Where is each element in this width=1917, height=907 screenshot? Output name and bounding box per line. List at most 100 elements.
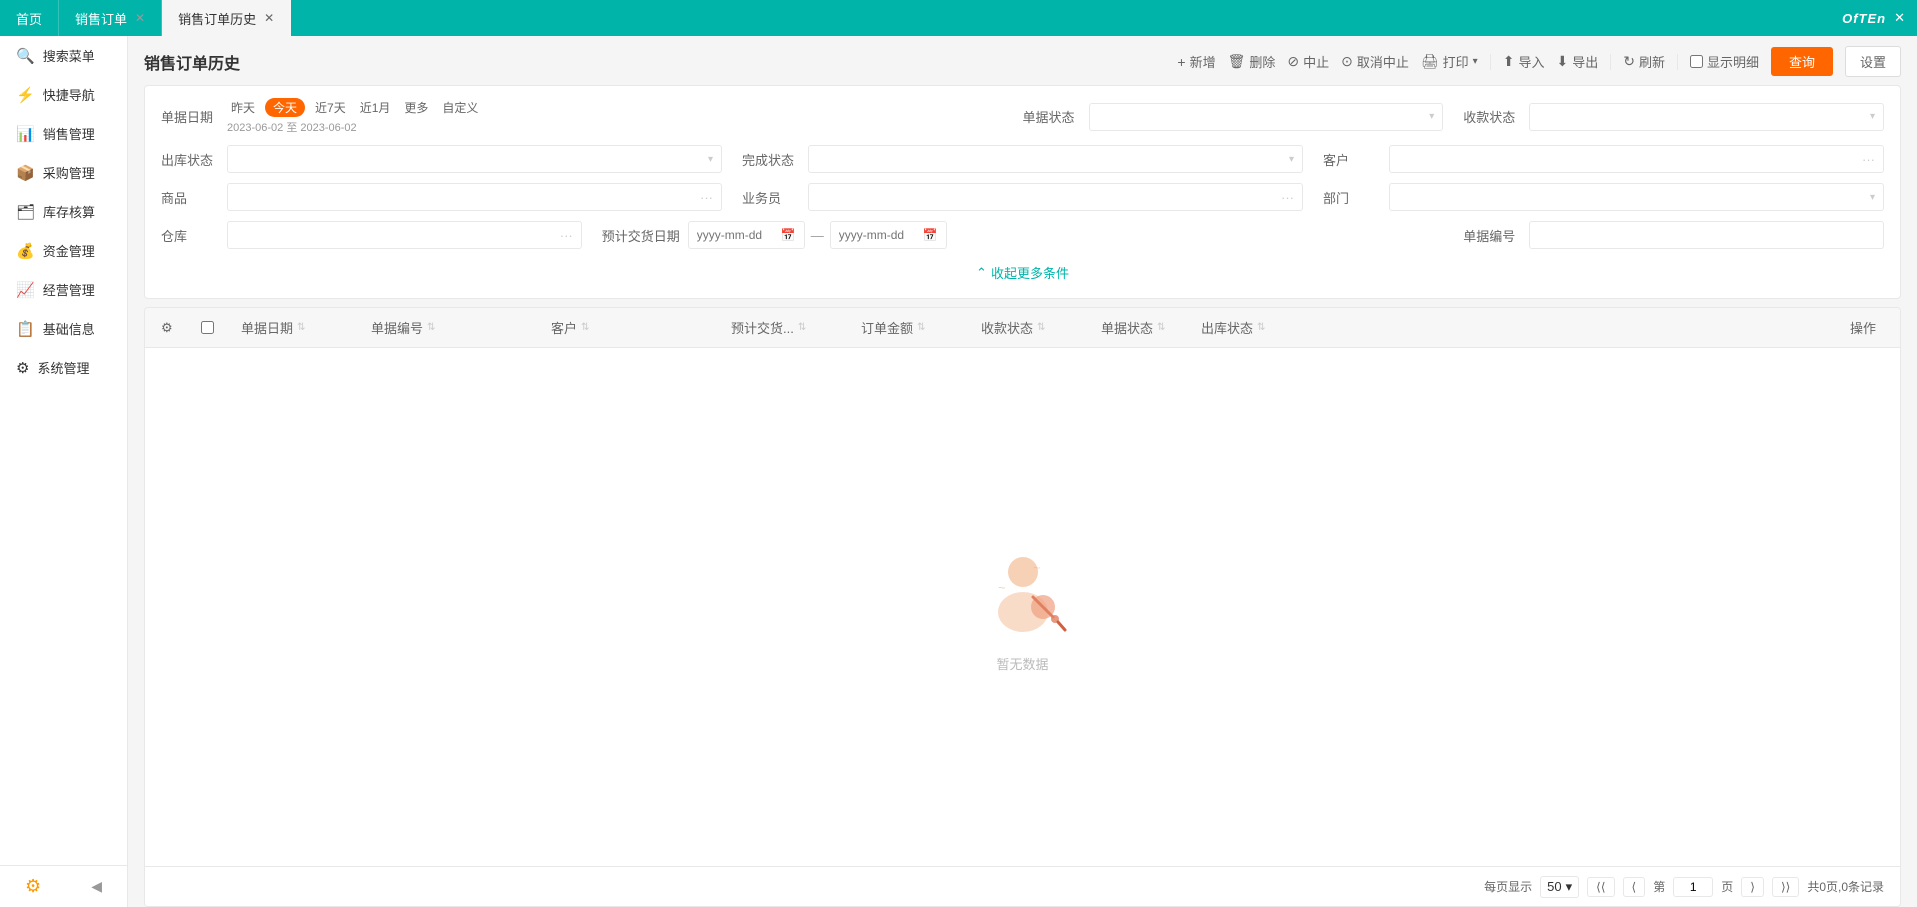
th-doc-date[interactable]: 单据日期 ⇅: [233, 318, 363, 337]
sidebar: 🔍 搜索菜单 ⚡ 快捷导航 📊 销售管理 📦 采购管理 🗂 库存核算 💰 资金管…: [0, 36, 128, 907]
first-page-button[interactable]: ⟨⟨: [1587, 877, 1614, 897]
warehouse-select[interactable]: ···: [227, 221, 582, 249]
print-button[interactable]: 🖨 打印 ▾: [1421, 52, 1478, 71]
filter-salesperson: 业务员 ···: [742, 183, 1303, 211]
query-button[interactable]: 查询: [1771, 47, 1833, 76]
sidebar-item-ops-mgmt[interactable]: 📈 经营管理: [0, 270, 127, 309]
collapse-button[interactable]: ⌃ 收起更多条件: [161, 259, 1884, 286]
salesperson-select[interactable]: ···: [808, 183, 1303, 211]
filter-warehouse: 仓库 ···: [161, 221, 582, 249]
sidebar-item-sales-mgmt[interactable]: 📊 销售管理: [0, 114, 127, 153]
refresh-button[interactable]: ↻ 刷新: [1623, 52, 1665, 71]
sidebar-item-basic-info[interactable]: 📋 基础信息: [0, 309, 127, 348]
page-number-input[interactable]: [1673, 877, 1713, 897]
filter-row-3: 商品 ··· 业务员 ··· 部门 ▾: [161, 183, 1884, 211]
complete-status-select[interactable]: ▾: [808, 145, 1303, 173]
tab-sales-order-history-label: 销售订单历史: [178, 9, 256, 28]
search-menu-icon: 🔍: [16, 47, 35, 65]
expected-delivery-start-input[interactable]: [697, 228, 777, 242]
shortcut-last1month[interactable]: 近1月: [356, 98, 395, 117]
th-doc-status-label: 单据状态: [1101, 318, 1153, 337]
expected-delivery-start[interactable]: 📅: [688, 221, 805, 249]
import-button[interactable]: ⬆ 导入: [1503, 52, 1545, 71]
sidebar-item-quick-nav[interactable]: ⚡ 快捷导航: [0, 75, 127, 114]
settings-icon: ⚙: [161, 320, 173, 336]
calendar-start-icon: 📅: [781, 228, 796, 242]
sidebar-item-sys-mgmt[interactable]: ⚙ 系统管理: [0, 348, 127, 387]
th-expected-delivery[interactable]: 预计交货... ⇅: [723, 318, 853, 337]
goods-select[interactable]: ···: [227, 183, 722, 211]
sidebar-item-basic-info-label: 基础信息: [43, 319, 95, 338]
sidebar-settings-icon[interactable]: ⚙: [25, 876, 41, 897]
th-amount[interactable]: 订单金额 ⇅: [853, 318, 973, 337]
sort-delivery-icon: ⇅: [798, 322, 806, 333]
next-page-button[interactable]: ⟩: [1741, 877, 1764, 897]
sort-amount-icon: ⇅: [917, 322, 925, 333]
th-customer[interactable]: 客户 ⇅: [543, 318, 723, 337]
tab-sales-order-close[interactable]: ✕: [135, 11, 145, 25]
shortcut-yesterday[interactable]: 昨天: [227, 98, 259, 117]
th-customer-label: 客户: [551, 318, 577, 337]
export-label: 导出: [1572, 52, 1598, 71]
th-checkbox[interactable]: [193, 321, 233, 334]
expected-delivery-end[interactable]: 📅: [830, 221, 947, 249]
sidebar-item-search-menu[interactable]: 🔍 搜索菜单: [0, 36, 127, 75]
last-page-button[interactable]: ⟩⟩: [1772, 877, 1799, 897]
new-button[interactable]: + 新增: [1177, 52, 1215, 71]
cancel-stop-button[interactable]: ⊙ 取消中止: [1341, 52, 1409, 71]
sidebar-item-funds-mgmt[interactable]: 💰 资金管理: [0, 231, 127, 270]
goods-label: 商品: [161, 188, 221, 207]
shortcut-more[interactable]: 更多: [400, 98, 432, 117]
stop-button[interactable]: ⊘ 中止: [1287, 52, 1329, 71]
shortcut-last7days[interactable]: 近7天: [311, 98, 350, 117]
th-pay-status-label: 收款状态: [981, 318, 1033, 337]
page-size-chevron-icon: ▾: [1566, 879, 1573, 895]
page-size-select[interactable]: 50 ▾: [1540, 876, 1579, 898]
calendar-end-icon: 📅: [923, 228, 938, 242]
page-header: 销售订单历史 + 新增 🗑 删除 ⊘ 中止 ⊙ 取消中止: [128, 36, 1917, 85]
th-pay-status[interactable]: 收款状态 ⇅: [973, 318, 1093, 337]
delete-button[interactable]: 🗑 删除: [1228, 52, 1276, 71]
top-bar-right: OfTEn ✕: [1842, 10, 1917, 26]
sidebar-collapse-icon[interactable]: ◀: [91, 878, 102, 895]
new-icon: +: [1177, 54, 1185, 70]
setting-button[interactable]: 设置: [1845, 46, 1901, 77]
tab-sales-order[interactable]: 销售订单 ✕: [59, 0, 162, 36]
display-toggle-label[interactable]: 显示明细: [1690, 52, 1759, 71]
print-icon: 🖨: [1421, 53, 1439, 70]
sidebar-item-purchase-mgmt-label: 采购管理: [43, 163, 95, 182]
th-doc-status[interactable]: 单据状态 ⇅: [1093, 318, 1193, 337]
export-button[interactable]: ⬇ 导出: [1556, 52, 1598, 71]
department-select[interactable]: ▾: [1389, 183, 1884, 211]
th-out-status[interactable]: 出库状态 ⇅: [1193, 318, 1313, 337]
sidebar-item-funds-mgmt-label: 资金管理: [43, 241, 95, 260]
doc-status-select[interactable]: ▾: [1089, 103, 1444, 131]
filter-doc-status: 单据状态 ▾: [1023, 103, 1444, 131]
shortcut-custom[interactable]: 自定义: [438, 98, 482, 117]
select-all-checkbox[interactable]: [201, 321, 214, 334]
shortcut-today[interactable]: 今天: [265, 98, 305, 117]
payment-status-select[interactable]: ▾: [1529, 103, 1884, 131]
display-toggle-checkbox[interactable]: [1690, 55, 1703, 68]
th-settings[interactable]: ⚙: [153, 320, 193, 336]
sidebar-item-purchase-mgmt[interactable]: 📦 采购管理: [0, 153, 127, 192]
filter-department: 部门 ▾: [1323, 183, 1884, 211]
page-label: 第: [1653, 878, 1665, 895]
customer-dots-icon: ···: [1862, 152, 1875, 167]
tab-sales-order-history-close[interactable]: ✕: [264, 11, 274, 25]
empty-illustration: ~ ~: [973, 542, 1073, 642]
customer-select[interactable]: ···: [1389, 145, 1884, 173]
doc-number-input[interactable]: [1529, 221, 1884, 249]
th-doc-no[interactable]: 单据编号 ⇅: [363, 318, 543, 337]
doc-status-label: 单据状态: [1023, 107, 1083, 126]
cancel-stop-label: 取消中止: [1357, 52, 1409, 71]
window-close-button[interactable]: ✕: [1894, 10, 1905, 26]
sidebar-item-inventory-check[interactable]: 🗂 库存核算: [0, 192, 127, 231]
sort-doc-date-icon: ⇅: [297, 322, 305, 333]
table-body: ~ ~ 暂无数据: [145, 348, 1900, 866]
tab-sales-order-history[interactable]: 销售订单历史 ✕: [162, 0, 291, 36]
out-status-select[interactable]: ▾: [227, 145, 722, 173]
prev-page-button[interactable]: ⟨: [1623, 877, 1646, 897]
expected-delivery-end-input[interactable]: [839, 228, 919, 242]
tab-home[interactable]: 首页: [0, 0, 59, 36]
